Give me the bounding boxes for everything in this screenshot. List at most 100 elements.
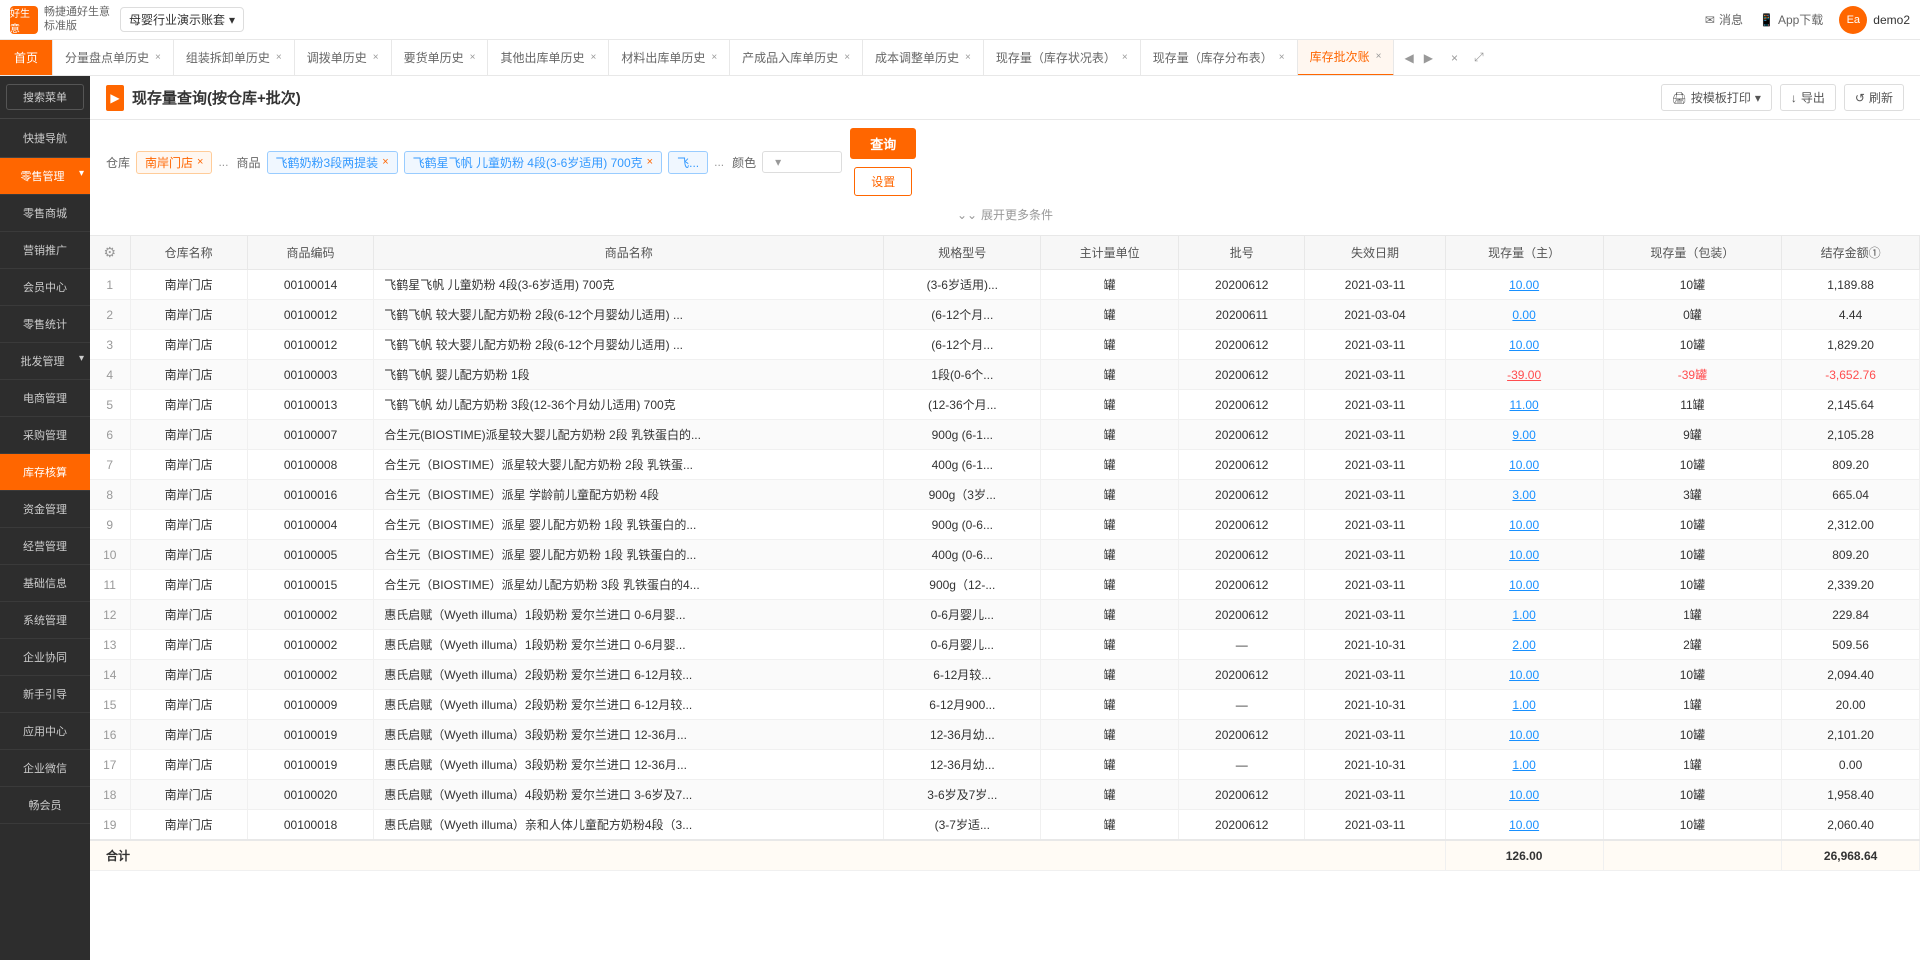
close-all-btn[interactable]: × — [1443, 51, 1466, 65]
remove-goods2-icon[interactable]: × — [647, 156, 653, 168]
maximize-icon[interactable]: ⤢ — [1466, 50, 1492, 65]
goods-tag-more[interactable]: 飞... — [668, 151, 708, 174]
sidebar-item-wechat[interactable]: 企业微信 — [0, 750, 90, 787]
tab-11-active[interactable]: 库存批次账 × — [1298, 40, 1395, 76]
query-btn[interactable]: 查询 — [850, 128, 916, 159]
tab-1[interactable]: 分量盘点单历史 × — [53, 40, 174, 76]
sidebar-item-member2[interactable]: 畅会员 — [0, 787, 90, 824]
row-qty-main[interactable]: 1.00 — [1445, 600, 1603, 630]
sidebar-item-operations[interactable]: 经营管理 — [0, 528, 90, 565]
close-icon[interactable]: × — [590, 52, 596, 63]
row-qty-main[interactable]: 2.00 — [1445, 630, 1603, 660]
tab-2[interactable]: 组装拆卸单历史 × — [174, 40, 295, 76]
tab-9[interactable]: 现存量（库存状况表） × — [984, 40, 1141, 76]
sidebar-item-purchase[interactable]: 采购管理 — [0, 417, 90, 454]
quick-nav-btn[interactable]: 快捷导航 — [0, 125, 90, 151]
print-btn[interactable]: 🖨 按模板打印 ▾ — [1661, 84, 1772, 111]
tab-5[interactable]: 其他出库单历史 × — [488, 40, 609, 76]
close-icon[interactable]: × — [155, 52, 161, 63]
store-selector[interactable]: 母婴行业演示账套 ▾ — [120, 7, 244, 32]
sidebar-item-enterprise[interactable]: 企业协同 — [0, 639, 90, 676]
close-icon[interactable]: × — [965, 52, 971, 63]
row-qty-main[interactable]: 10.00 — [1445, 540, 1603, 570]
row-expire: 2021-03-11 — [1305, 810, 1445, 841]
color-dropdown[interactable]: ▾ — [762, 151, 842, 173]
row-qty-main[interactable]: 9.00 — [1445, 420, 1603, 450]
row-amount: 2,145.64 — [1782, 390, 1920, 420]
app-download-btn[interactable]: 📱 App下载 — [1759, 11, 1823, 28]
nav-prev-icon[interactable]: ◀ — [1400, 49, 1417, 67]
row-qty-main[interactable]: 10.00 — [1445, 780, 1603, 810]
sidebar-item-guide[interactable]: 新手引导 — [0, 676, 90, 713]
nav-next-icon[interactable]: ▶ — [1420, 49, 1437, 67]
tab-6[interactable]: 材料出库单历史 × — [609, 40, 730, 76]
sidebar-item-retail-mgmt[interactable]: 零售管理 ▾ — [0, 158, 90, 195]
warehouse-more[interactable]: ... — [218, 155, 228, 169]
refresh-btn[interactable]: ↺ 刷新 — [1844, 84, 1904, 111]
sidebar-item-finance[interactable]: 资金管理 — [0, 491, 90, 528]
row-qty-main[interactable]: 1.00 — [1445, 690, 1603, 720]
logo-area: 好生意 畅捷通好生意 标准版 — [10, 6, 110, 34]
tab-8[interactable]: 成本调整单历史 × — [863, 40, 984, 76]
sidebar-item-system[interactable]: 系统管理 — [0, 602, 90, 639]
row-code: 00100008 — [247, 450, 373, 480]
row-qty-main[interactable]: -39.00 — [1445, 360, 1603, 390]
settings-btn[interactable]: 设置 — [854, 167, 912, 196]
th-settings[interactable]: ⚙ — [90, 236, 130, 270]
sidebar-item-member[interactable]: 会员中心 — [0, 269, 90, 306]
row-qty-main[interactable]: 10.00 — [1445, 450, 1603, 480]
export-btn[interactable]: ↓ 导出 — [1780, 84, 1836, 111]
row-qty-main[interactable]: 3.00 — [1445, 480, 1603, 510]
tab-home[interactable]: 首页 — [0, 40, 53, 76]
goods-more[interactable]: ... — [714, 155, 724, 169]
row-batch: 20200612 — [1179, 480, 1305, 510]
sidebar-item-app-center[interactable]: 应用中心 — [0, 713, 90, 750]
th-expire: 失效日期 — [1305, 236, 1445, 270]
row-qty-main[interactable]: 0.00 — [1445, 300, 1603, 330]
row-batch: 20200612 — [1179, 600, 1305, 630]
goods-tag-1[interactable]: 飞鹤奶粉3段两提装 × — [267, 151, 398, 174]
row-qty-main[interactable]: 1.00 — [1445, 750, 1603, 780]
sidebar-item-marketing[interactable]: 营销推广 — [0, 232, 90, 269]
row-qty-main[interactable]: 10.00 — [1445, 720, 1603, 750]
sidebar-item-wholesale[interactable]: 批发管理 ▾ — [0, 343, 90, 380]
remove-warehouse-icon[interactable]: × — [197, 156, 203, 168]
close-icon[interactable]: × — [844, 52, 850, 63]
close-icon[interactable]: × — [1376, 51, 1382, 62]
warehouse-tag[interactable]: 南岸门店 × — [136, 151, 212, 174]
row-amount: 2,094.40 — [1782, 660, 1920, 690]
row-qty-main[interactable]: 10.00 — [1445, 570, 1603, 600]
close-icon[interactable]: × — [470, 52, 476, 63]
close-icon[interactable]: × — [276, 52, 282, 63]
sidebar-item-inventory[interactable]: 库存核算 — [0, 454, 90, 491]
chevron-icon: ▾ — [79, 353, 84, 364]
row-warehouse: 南岸门店 — [130, 450, 247, 480]
expand-btn[interactable]: ▶ — [106, 85, 124, 111]
row-qty-main[interactable]: 11.00 — [1445, 390, 1603, 420]
expand-conditions[interactable]: ⌄⌄ 展开更多条件 — [949, 202, 1061, 227]
row-qty-main[interactable]: 10.00 — [1445, 810, 1603, 841]
row-qty-main[interactable]: 10.00 — [1445, 270, 1603, 300]
close-icon[interactable]: × — [711, 52, 717, 63]
row-qty-main[interactable]: 10.00 — [1445, 330, 1603, 360]
search-menu-btn[interactable]: 搜索菜单 — [6, 84, 84, 110]
close-icon[interactable]: × — [1279, 52, 1285, 63]
close-icon[interactable]: × — [373, 52, 379, 63]
tab-10[interactable]: 现存量（库存分布表） × — [1141, 40, 1298, 76]
remove-goods1-icon[interactable]: × — [382, 156, 388, 168]
tab-7[interactable]: 产成品入库单历史 × — [730, 40, 863, 76]
message-btn[interactable]: ✉ 消息 — [1705, 11, 1743, 28]
row-expire: 2021-03-11 — [1305, 360, 1445, 390]
close-icon[interactable]: × — [1122, 52, 1128, 63]
tab-4[interactable]: 要货单历史 × — [392, 40, 489, 76]
sidebar-item-retail-mall[interactable]: 零售商城 — [0, 195, 90, 232]
user-area[interactable]: Ea demo2 — [1839, 6, 1910, 34]
row-qty-main[interactable]: 10.00 — [1445, 510, 1603, 540]
goods-tag-2[interactable]: 飞鹤星飞帆 儿童奶粉 4段(3-6岁适用) 700克 × — [404, 151, 662, 174]
tab-3[interactable]: 调拨单历史 × — [295, 40, 392, 76]
sidebar-item-basics[interactable]: 基础信息 — [0, 565, 90, 602]
row-qty-main[interactable]: 10.00 — [1445, 660, 1603, 690]
row-no: 16 — [90, 720, 130, 750]
sidebar-item-ecommerce[interactable]: 电商管理 — [0, 380, 90, 417]
sidebar-item-retail-stats[interactable]: 零售统计 — [0, 306, 90, 343]
